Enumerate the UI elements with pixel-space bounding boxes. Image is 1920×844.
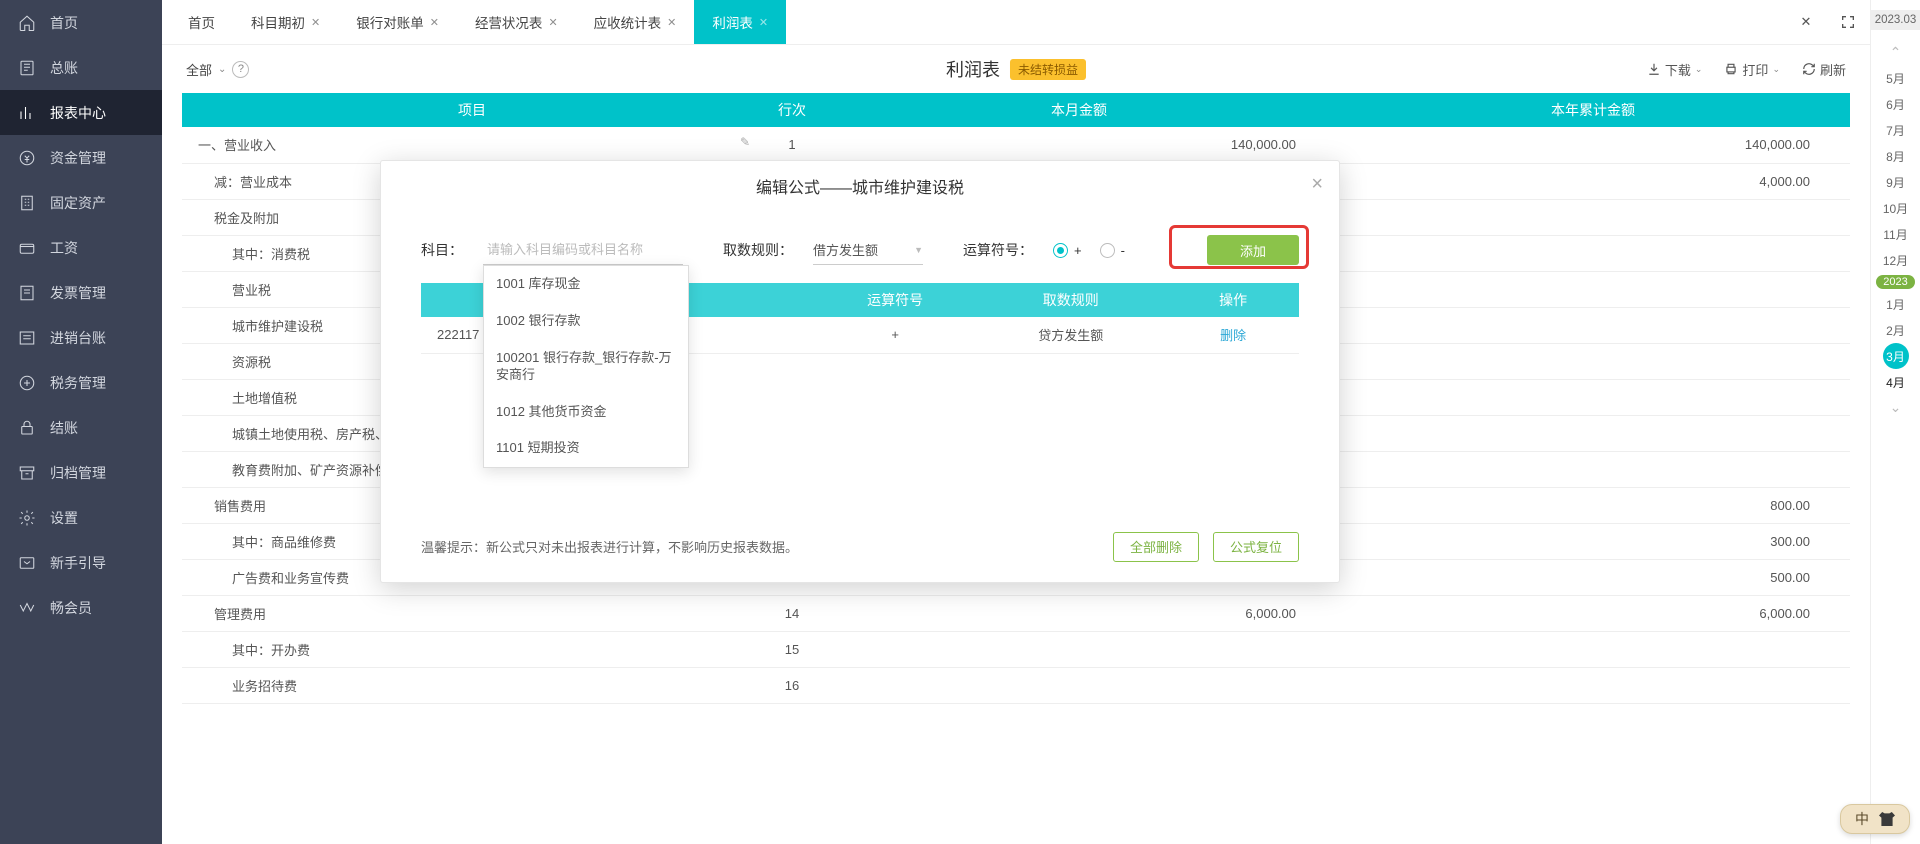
cell: 贷方发生额 bbox=[974, 317, 1167, 353]
subject-input[interactable] bbox=[483, 235, 683, 265]
subject-dropdown: 1001 库存现金1002 银行存款100201 银行存款_银行存款-万安商行1… bbox=[483, 265, 689, 468]
subject-label: 科目： bbox=[421, 240, 463, 260]
rule-label: 取数规则： bbox=[723, 240, 793, 260]
footer-tip: 温馨提示：新公式只对未出报表进行计算，不影响历史报表数据。 bbox=[421, 537, 798, 556]
ime-text: 中 bbox=[1855, 809, 1869, 829]
cell: + bbox=[816, 317, 974, 353]
shirt-icon bbox=[1879, 812, 1895, 826]
delete-all-button[interactable]: 全部删除 bbox=[1113, 532, 1199, 562]
modal-header: 编辑公式——城市维护建设税 × bbox=[381, 161, 1339, 211]
edit-formula-modal: 编辑公式——城市维护建设税 × 科目： 1001 库存现金1002 银行存款10… bbox=[380, 160, 1340, 583]
radio-label: - bbox=[1121, 243, 1125, 258]
th: 操作 bbox=[1167, 283, 1299, 317]
dropdown-option[interactable]: 100201 银行存款_银行存款-万安商行 bbox=[484, 340, 688, 394]
th: 取数规则 bbox=[974, 283, 1167, 317]
close-icon[interactable]: × bbox=[1311, 173, 1323, 196]
modal-footer: 温馨提示：新公式只对未出报表进行计算，不影响历史报表数据。 全部删除 公式复位 bbox=[381, 514, 1339, 582]
chevron-down-icon: ▼ bbox=[914, 245, 923, 255]
radio-minus[interactable]: - bbox=[1100, 243, 1125, 258]
modal-title: 编辑公式——城市维护建设税 bbox=[756, 174, 964, 198]
add-button[interactable]: 添加 bbox=[1207, 235, 1299, 265]
dropdown-option[interactable]: 1002 银行存款 bbox=[484, 303, 688, 340]
delete-link[interactable]: 删除 bbox=[1220, 328, 1246, 343]
dropdown-option[interactable]: 1101 短期投资 bbox=[484, 430, 688, 467]
rule-select[interactable]: 借方发生额 ▼ bbox=[813, 235, 923, 265]
th: 运算符号 bbox=[816, 283, 974, 317]
radio-plus[interactable]: + bbox=[1053, 243, 1082, 258]
operator-label: 运算符号： bbox=[963, 240, 1033, 260]
cell-action: 删除 bbox=[1167, 317, 1299, 353]
rule-value: 借方发生额 bbox=[813, 240, 878, 259]
ime-indicator: 中 bbox=[1840, 804, 1910, 834]
radio-label: + bbox=[1074, 243, 1082, 258]
dropdown-option[interactable]: 1012 其他货币资金 bbox=[484, 394, 688, 431]
reset-formula-button[interactable]: 公式复位 bbox=[1213, 532, 1299, 562]
dropdown-option[interactable]: 1001 库存现金 bbox=[484, 266, 688, 303]
formula-form-row: 科目： 1001 库存现金1002 银行存款100201 银行存款_银行存款-万… bbox=[421, 235, 1299, 265]
